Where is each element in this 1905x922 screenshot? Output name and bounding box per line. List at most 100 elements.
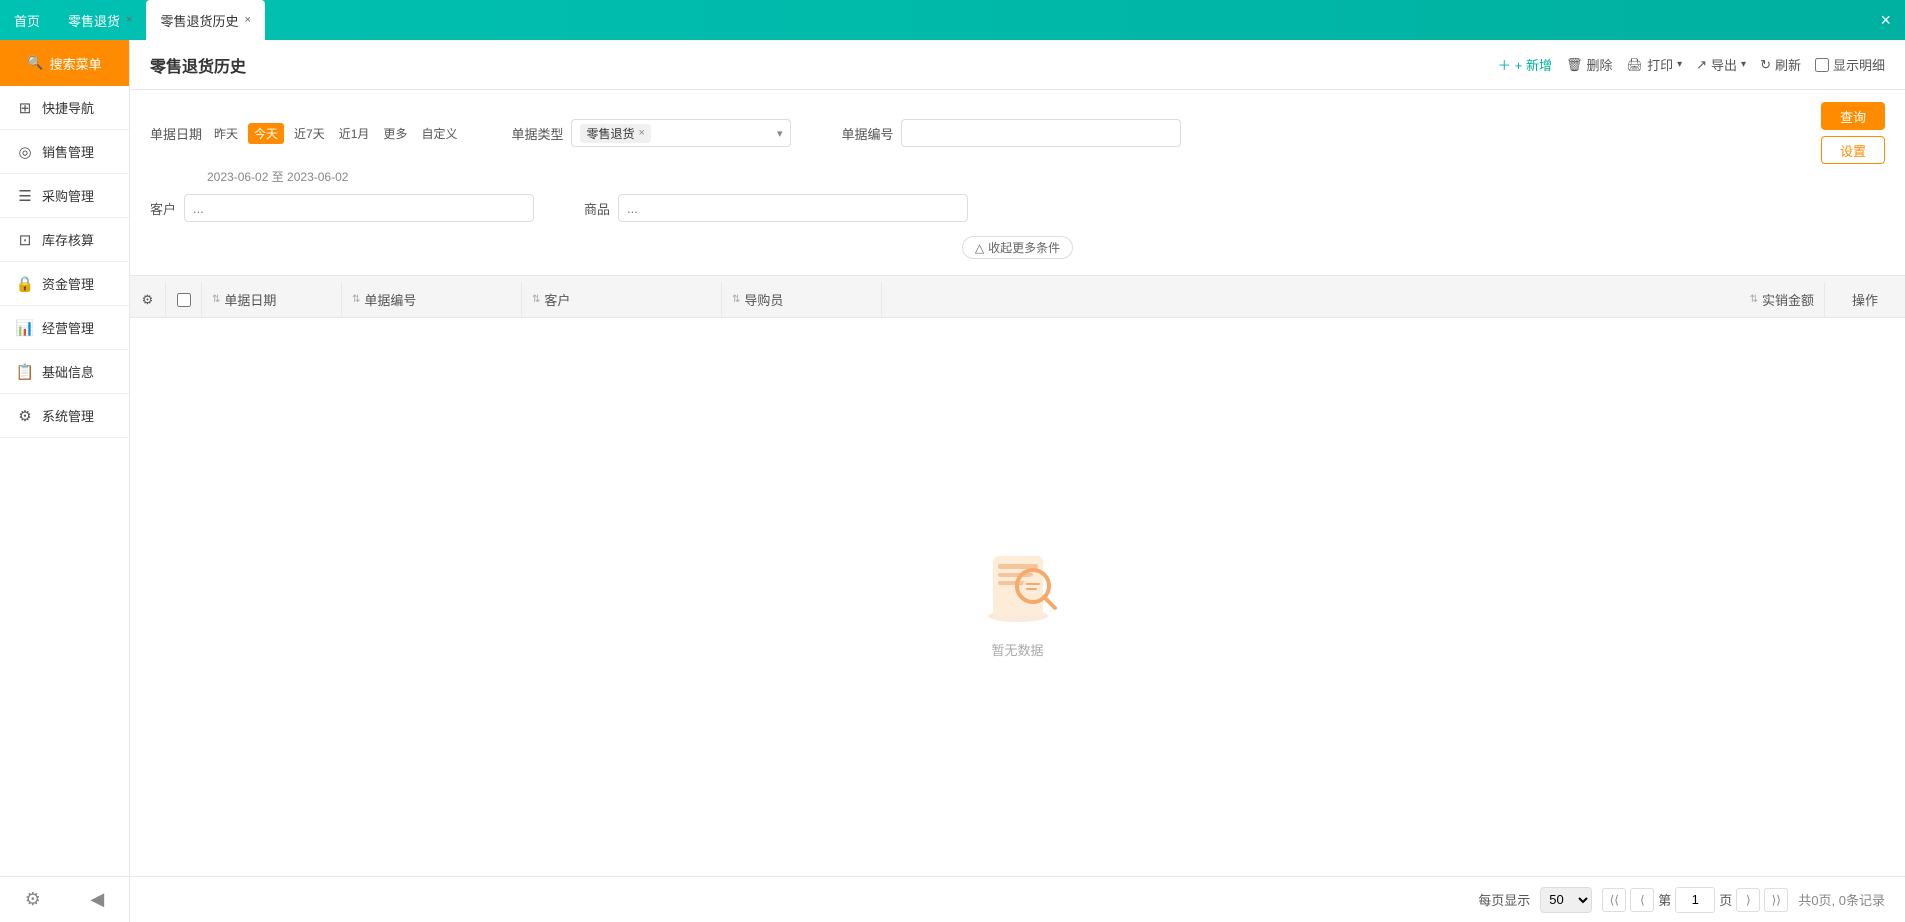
sidebar-item-purchase-mgmt[interactable]: ☰ 采购管理 bbox=[0, 174, 129, 218]
main-layout: 🔍 搜索菜单 ⊞ 快捷导航 ◎ 销售管理 ☰ 采购管理 ⊡ 库存核算 🔒 资金 bbox=[0, 40, 1905, 922]
quick-nav-icon: ⊞ bbox=[16, 99, 34, 117]
tab-retail-return-label: 零售退货 bbox=[68, 11, 120, 30]
sidebar-item-system-mgmt[interactable]: ⚙ 系统管理 bbox=[0, 394, 129, 438]
date-btn-7days[interactable]: 近7天 bbox=[290, 124, 329, 143]
date-btn-1month[interactable]: 近1月 bbox=[335, 124, 374, 143]
date-btn-more[interactable]: 更多 bbox=[379, 124, 411, 143]
prev-page-button[interactable]: ⟨ bbox=[1630, 888, 1654, 912]
tab-home[interactable]: 首页 bbox=[0, 0, 54, 40]
empty-text: 暂无数据 bbox=[991, 640, 1043, 659]
date-range-display: 2023-06-02 至 2023-06-02 bbox=[207, 168, 1885, 186]
th-guide: ⇅ 导购员 bbox=[722, 282, 882, 317]
page-title: 零售退货历史 bbox=[150, 53, 246, 77]
sidebar-item-operations-mgmt[interactable]: 📊 经营管理 bbox=[0, 306, 129, 350]
th-customer-label: 客户 bbox=[544, 290, 570, 309]
goods-input[interactable] bbox=[618, 194, 968, 222]
date-shortcuts: 昨天 今天 近7天 近1月 更多 自定义 bbox=[210, 123, 461, 144]
query-button[interactable]: 查询 bbox=[1821, 102, 1885, 130]
th-operation: 操作 bbox=[1825, 282, 1905, 317]
empty-icon bbox=[968, 536, 1068, 626]
search-menu-label: 搜索菜单 bbox=[50, 54, 102, 73]
search-icon: 🔍 bbox=[27, 55, 43, 71]
th-checkbox[interactable] bbox=[166, 282, 202, 317]
th-date-label: 单据日期 bbox=[224, 290, 276, 309]
tab-retail-return-history-close[interactable]: × bbox=[244, 14, 250, 26]
date-btn-yesterday[interactable]: 昨天 bbox=[210, 124, 242, 143]
date-filter: 单据日期 昨天 今天 近7天 近1月 更多 自定义 bbox=[150, 123, 461, 144]
customer-sort-icon[interactable]: ⇅ bbox=[532, 294, 540, 305]
doc-type-selector[interactable]: 零售退货 × ▾ bbox=[571, 119, 791, 147]
th-guide-label: 导购员 bbox=[744, 290, 783, 309]
filter-row-2: 客户 商品 bbox=[150, 194, 1885, 222]
delete-label: 删除 bbox=[1587, 55, 1613, 74]
th-order-no: ⇅ 单据编号 bbox=[342, 282, 522, 317]
new-label: + 新增 bbox=[1515, 55, 1552, 74]
order-sort-icon[interactable]: ⇅ bbox=[352, 294, 360, 305]
doc-no-input[interactable] bbox=[901, 119, 1181, 147]
delete-icon: 🗑 bbox=[1566, 57, 1583, 73]
print-icon: 🖨 bbox=[1627, 57, 1644, 73]
tab-retail-return-close[interactable]: × bbox=[126, 14, 132, 26]
sidebar-item-inventory-label: 库存核算 bbox=[42, 230, 94, 249]
doc-type-tag-close[interactable]: × bbox=[638, 127, 644, 139]
sidebar-item-inventory[interactable]: ⊡ 库存核算 bbox=[0, 218, 129, 262]
sidebar-item-finance-mgmt[interactable]: 🔒 资金管理 bbox=[0, 262, 129, 306]
print-chevron-icon: ▾ bbox=[1677, 59, 1682, 70]
show-detail-toggle[interactable]: 显示明细 bbox=[1815, 55, 1885, 74]
filter-settings-button[interactable]: 设置 bbox=[1821, 136, 1885, 164]
doc-type-label: 单据类型 bbox=[511, 124, 563, 143]
date-btn-custom[interactable]: 自定义 bbox=[417, 124, 461, 143]
doc-no-filter: 单据编号 bbox=[841, 119, 1181, 147]
tab-home-label: 首页 bbox=[14, 11, 40, 30]
sidebar-bottom: ⚙ ◀ bbox=[0, 876, 129, 922]
show-detail-checkbox[interactable] bbox=[1815, 58, 1829, 72]
tab-retail-return-history-label: 零售退货历史 bbox=[160, 11, 238, 30]
date-sort-icon[interactable]: ⇅ bbox=[212, 294, 220, 305]
goods-filter: 商品 bbox=[584, 194, 968, 222]
refresh-button[interactable]: ↻ 刷新 bbox=[1760, 55, 1801, 74]
empty-state: 暂无数据 bbox=[130, 318, 1905, 876]
close-window-icon[interactable]: × bbox=[1880, 10, 1891, 31]
th-amount-label: 实销金额 bbox=[1762, 290, 1814, 309]
collapse-label: 收起更多条件 bbox=[988, 239, 1060, 256]
tab-retail-return[interactable]: 零售退货 × bbox=[54, 0, 146, 40]
date-btn-today[interactable]: 今天 bbox=[248, 123, 284, 144]
sidebar-item-operations-label: 经营管理 bbox=[42, 318, 94, 337]
search-menu[interactable]: 🔍 搜索菜单 bbox=[0, 40, 129, 86]
doc-type-value: 零售退货 bbox=[586, 125, 634, 142]
doc-type-filter: 单据类型 零售退货 × ▾ bbox=[511, 119, 791, 147]
doc-type-dropdown-icon: ▾ bbox=[777, 127, 783, 140]
add-icon: ＋ bbox=[1498, 55, 1511, 74]
select-all-checkbox[interactable] bbox=[177, 293, 191, 307]
tab-retail-return-history[interactable]: 零售退货历史 × bbox=[146, 0, 264, 40]
amount-sort-icon[interactable]: ⇅ bbox=[1750, 294, 1758, 305]
pagination: 每页显示 10 20 50 100 ⟨⟨ ⟨ 第 页 ⟩ ⟩⟩ 共0页, 0条记… bbox=[130, 876, 1905, 922]
print-button[interactable]: 🖨 打印 ▾ bbox=[1627, 55, 1683, 74]
basic-info-icon: 📋 bbox=[16, 363, 34, 381]
sidebar-item-quick-nav[interactable]: ⊞ 快捷导航 bbox=[0, 86, 129, 130]
new-button[interactable]: ＋ + 新增 bbox=[1498, 55, 1552, 74]
collapse-button[interactable]: △ 收起更多条件 bbox=[962, 236, 1073, 259]
operations-icon: 📊 bbox=[16, 319, 34, 337]
export-button[interactable]: ↗ 导出 ▾ bbox=[1696, 55, 1746, 74]
settings-bottom-icon[interactable]: ⚙ bbox=[25, 889, 41, 910]
filter-row-1: 单据日期 昨天 今天 近7天 近1月 更多 自定义 单据类型 bbox=[150, 102, 1885, 164]
table-settings-icon: ⚙ bbox=[142, 292, 154, 308]
page-number-input[interactable] bbox=[1675, 887, 1715, 913]
collapse-sidebar-icon[interactable]: ◀ bbox=[90, 889, 104, 910]
sidebar-item-finance-label: 资金管理 bbox=[42, 274, 94, 293]
customer-input[interactable] bbox=[184, 194, 534, 222]
sidebar-item-basic-info[interactable]: 📋 基础信息 bbox=[0, 350, 129, 394]
purchase-icon: ☰ bbox=[16, 187, 34, 205]
last-page-button[interactable]: ⟩⟩ bbox=[1764, 888, 1788, 912]
delete-button[interactable]: 🗑 删除 bbox=[1566, 55, 1613, 74]
th-gear[interactable]: ⚙ bbox=[130, 282, 166, 317]
sidebar-item-system-label: 系统管理 bbox=[42, 406, 94, 425]
guide-sort-icon[interactable]: ⇅ bbox=[732, 294, 740, 305]
sidebar-item-sales-mgmt[interactable]: ◎ 销售管理 bbox=[0, 130, 129, 174]
per-page-select[interactable]: 10 20 50 100 bbox=[1540, 887, 1592, 913]
toolbar: ＋ + 新增 🗑 删除 🖨 打印 ▾ ↗ 导出 ▾ bbox=[1498, 55, 1885, 74]
first-page-button[interactable]: ⟨⟨ bbox=[1602, 888, 1626, 912]
next-page-button[interactable]: ⟩ bbox=[1736, 888, 1760, 912]
table-area: ⚙ ⇅ 单据日期 ⇅ 单据编号 ⇅ 客户 ⇅ bbox=[130, 282, 1905, 876]
